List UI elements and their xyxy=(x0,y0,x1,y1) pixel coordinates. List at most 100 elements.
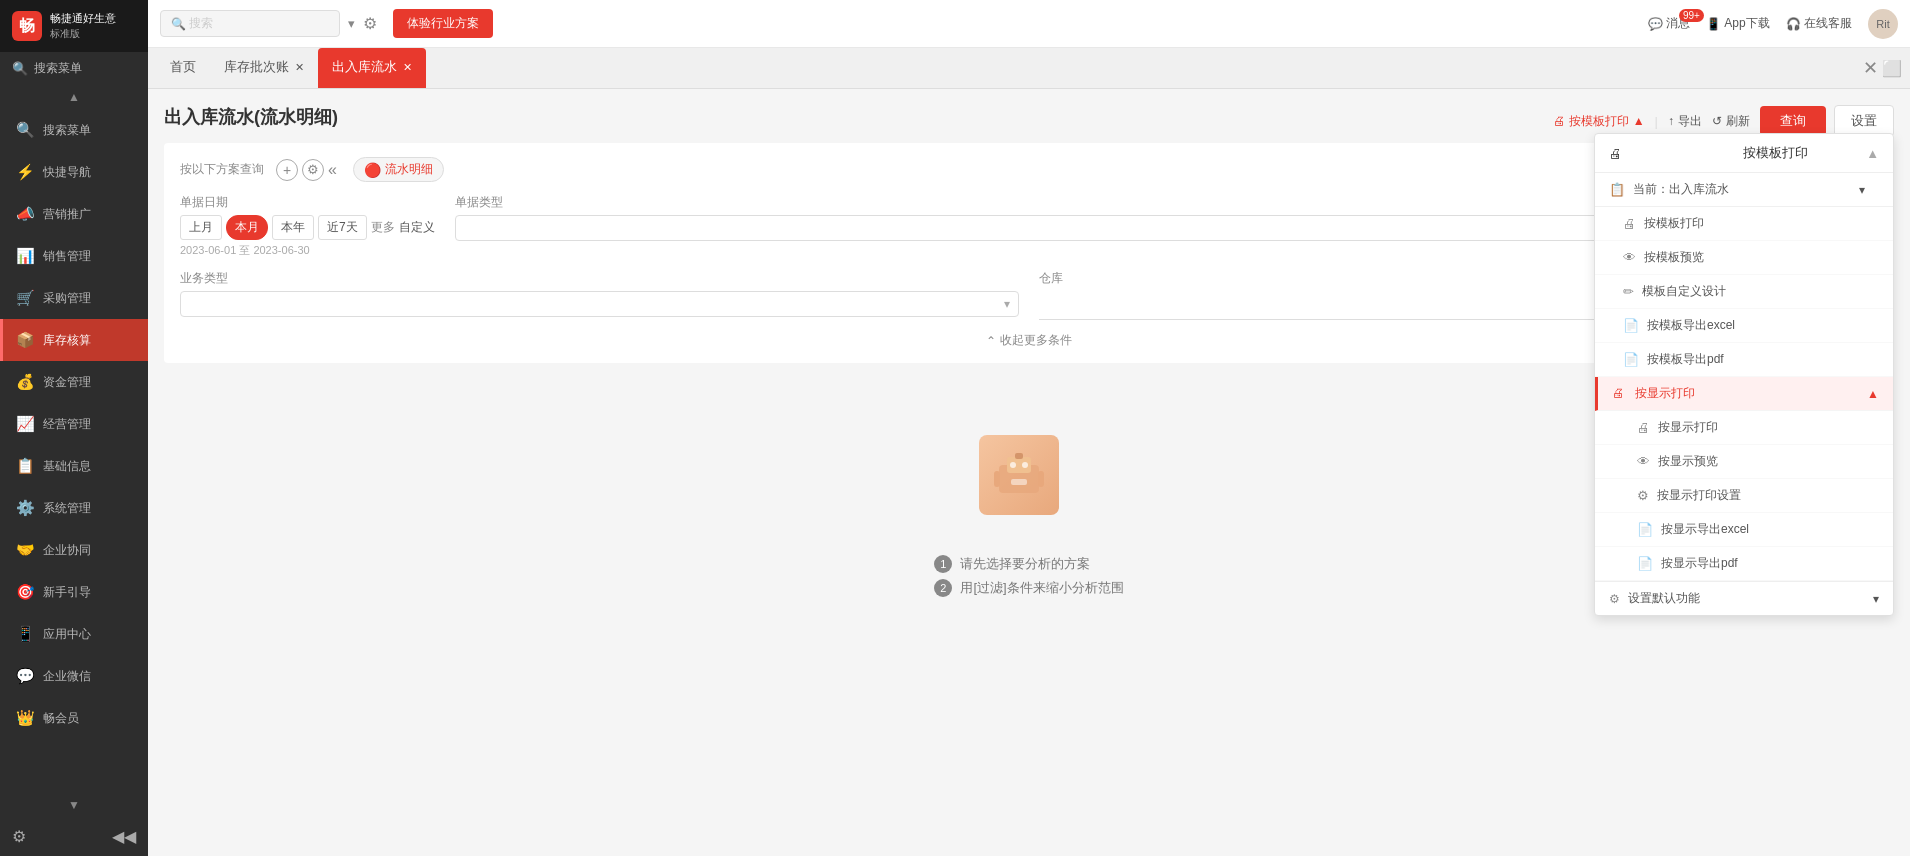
nav-label-basic: 基础信息 xyxy=(43,458,91,475)
sidebar-item-guide[interactable]: 🎯 新手引导 xyxy=(0,571,148,613)
template-export-pdf-item[interactable]: 📄 按模板导出pdf xyxy=(1595,343,1893,377)
sidebar-item-purchase[interactable]: 🛒 采购管理 xyxy=(0,277,148,319)
headset-icon: 🎧 xyxy=(1786,17,1801,31)
sidebar-search[interactable]: 🔍 搜索菜单 xyxy=(0,52,148,85)
topbar-gear-icon[interactable]: ⚙ xyxy=(363,14,377,33)
nav-label-purchase: 采购管理 xyxy=(43,290,91,307)
topbar-dropdown[interactable]: ▾ xyxy=(348,16,355,31)
display-print-settings-item[interactable]: ⚙ 按显示打印设置 xyxy=(1595,479,1893,513)
nav-label-member: 畅会员 xyxy=(43,710,79,727)
refresh-btn[interactable]: ↺ 刷新 xyxy=(1712,113,1750,130)
tab-flow[interactable]: 出入库流水 ✕ xyxy=(318,48,426,88)
sidebar-item-cooperation[interactable]: 🤝 企业协同 xyxy=(0,529,148,571)
search-icon: 🔍 xyxy=(12,61,28,76)
export-icon: ↑ xyxy=(1668,114,1674,128)
export-label: 导出 xyxy=(1678,113,1702,130)
template-print-item-1[interactable]: 🖨 按模板打印 xyxy=(1595,207,1893,241)
nav-icon-cooperation: 🤝 xyxy=(15,540,35,560)
empty-step-2: 2 用[过滤]条件来缩小分析范围 xyxy=(934,579,1123,597)
tab-close-all-btn[interactable]: ✕ xyxy=(1863,57,1878,79)
topbar-search-icon: 🔍 xyxy=(171,17,186,31)
topbar-search[interactable]: 🔍 搜索 xyxy=(160,10,340,37)
dropdown-chevrons[interactable]: ▲ xyxy=(1866,146,1879,161)
nav-icon-inventory: 📦 xyxy=(15,330,35,350)
service-label: 在线客服 xyxy=(1804,15,1852,32)
export-btn[interactable]: ↑ 导出 xyxy=(1668,113,1702,130)
business-type-select[interactable]: ▾ xyxy=(180,291,1019,317)
display-export-excel-label: 按显示导出excel xyxy=(1661,521,1749,538)
template-export-excel-item[interactable]: 📄 按模板导出excel xyxy=(1595,309,1893,343)
template-export-pdf-icon: 📄 xyxy=(1623,352,1639,367)
template-print-icon-1: 🖨 xyxy=(1623,216,1636,231)
sidebar-item-system[interactable]: ⚙️ 系统管理 xyxy=(0,487,148,529)
date-btn-last-month[interactable]: 上月 xyxy=(180,215,222,240)
tab-home[interactable]: 首页 xyxy=(156,48,210,88)
user-avatar[interactable]: Rit xyxy=(1868,9,1898,39)
settings-icon[interactable]: ⚙ xyxy=(12,827,26,846)
tabs-bar: 首页 库存批次账 ✕ 出入库流水 ✕ ✕ ⬜ xyxy=(148,48,1910,89)
sidebar-item-sales[interactable]: 📊 销售管理 xyxy=(0,235,148,277)
display-preview-item[interactable]: 👁 按显示预览 xyxy=(1595,445,1893,479)
display-export-pdf-item[interactable]: 📄 按显示导出pdf xyxy=(1595,547,1893,581)
filter-settings-btn[interactable]: ⚙ xyxy=(302,159,324,181)
print-dropdown-btn[interactable]: 🖨 按模板打印 ▲ xyxy=(1553,113,1645,130)
display-print-item[interactable]: 🖨 按显示打印 xyxy=(1595,411,1893,445)
sidebar-item-marketing[interactable]: 📣 营销推广 xyxy=(0,193,148,235)
date-btn-7days[interactable]: 近7天 xyxy=(318,215,367,240)
nav-icon-purchase: 🛒 xyxy=(15,288,35,308)
tab-batch-close[interactable]: ✕ xyxy=(295,61,304,74)
display-export-excel-item[interactable]: 📄 按显示导出excel xyxy=(1595,513,1893,547)
query-btn[interactable]: 查询 xyxy=(1760,106,1826,136)
current-template-chevron: ▾ xyxy=(1859,183,1865,197)
step-2-text: 用[过滤]条件来缩小分析范围 xyxy=(960,579,1123,597)
filter-collapse-btn[interactable]: « xyxy=(328,161,337,179)
nav-icon-sales: 📊 xyxy=(15,246,35,266)
date-custom-btn[interactable]: 自定义 xyxy=(399,219,435,236)
filter-add-btn[interactable]: + xyxy=(276,159,298,181)
sidebar-item-inventory[interactable]: 📦 库存核算 xyxy=(0,319,148,361)
sidebar-scroll-down[interactable]: ▼ xyxy=(0,793,148,817)
sidebar-scroll-up[interactable]: ▲ xyxy=(0,85,148,109)
step-1-text: 请先选择要分析的方案 xyxy=(960,555,1090,573)
date-btn-this-year[interactable]: 本年 xyxy=(272,215,314,240)
current-template-item[interactable]: 📋 当前：出入库流水 ▾ xyxy=(1595,173,1893,207)
sidebar-item-search[interactable]: 🔍 搜索菜单 xyxy=(0,109,148,151)
empty-svg-icon xyxy=(989,445,1049,505)
topbar-left: 🔍 搜索 ▾ ⚙ 体验行业方案 xyxy=(160,9,1648,38)
nav-label-finance: 资金管理 xyxy=(43,374,91,391)
message-badge: 99+ xyxy=(1679,9,1704,22)
svg-point-3 xyxy=(1022,462,1028,468)
logo-icon: 畅 xyxy=(12,11,42,41)
industry-btn[interactable]: 体验行业方案 xyxy=(393,9,493,38)
nav-label-marketing: 营销推广 xyxy=(43,206,91,223)
sidebar-item-quick-nav[interactable]: ⚡ 快捷导航 xyxy=(0,151,148,193)
sidebar-item-basic[interactable]: 📋 基础信息 xyxy=(0,445,148,487)
collapse-sidebar-icon[interactable]: ◀◀ xyxy=(112,827,136,846)
sub-filter-tag[interactable]: 🔴 流水明细 xyxy=(353,157,444,182)
template-design-icon: ✏ xyxy=(1623,284,1634,299)
sidebar-item-finance[interactable]: 💰 资金管理 xyxy=(0,361,148,403)
service-btn[interactable]: 🎧 在线客服 xyxy=(1786,15,1852,32)
sidebar-item-wechat[interactable]: 💬 企业微信 xyxy=(0,655,148,697)
tab-flow-close[interactable]: ✕ xyxy=(403,61,412,74)
template-preview-item[interactable]: 👁 按模板预览 xyxy=(1595,241,1893,275)
tab-batch[interactable]: 库存批次账 ✕ xyxy=(210,48,318,88)
app-download-btn[interactable]: 📱 App下载 xyxy=(1706,15,1770,32)
date-btn-this-month[interactable]: 本月 xyxy=(226,215,268,240)
business-type-field: 业务类型 ▾ xyxy=(180,270,1019,317)
template-design-item[interactable]: ✏ 模板自定义设计 xyxy=(1595,275,1893,309)
sidebar-item-apps[interactable]: 📱 应用中心 xyxy=(0,613,148,655)
message-btn[interactable]: 💬 消息 99+ xyxy=(1648,15,1690,32)
sidebar-item-operations[interactable]: 📈 经营管理 xyxy=(0,403,148,445)
sidebar: 畅 畅捷通好生意 标准版 🔍 搜索菜单 ▲ 🔍 搜索菜单 ⚡ 快捷导航 📣 营销… xyxy=(0,0,148,856)
dropdown-footer[interactable]: ⚙ 设置默认功能 ▾ xyxy=(1595,581,1893,615)
display-print-section-chevron-up: ▲ xyxy=(1867,387,1879,401)
date-more-btn[interactable]: 更多 xyxy=(371,219,395,236)
display-print-section-header[interactable]: 🖨 按显示打印 ▲ xyxy=(1595,377,1893,411)
sidebar-item-member[interactable]: 👑 畅会员 xyxy=(0,697,148,739)
display-export-excel-icon: 📄 xyxy=(1637,522,1653,537)
nav-icon-operations: 📈 xyxy=(15,414,35,434)
display-print-section: 🖨 按显示打印 👁 按显示预览 ⚙ 按显示打印设置 📄 按显示导出excel 📄 xyxy=(1595,411,1893,581)
topbar: 🔍 搜索 ▾ ⚙ 体验行业方案 💬 消息 99+ 📱 App下载 🎧 xyxy=(148,0,1910,48)
tab-maximize-btn[interactable]: ⬜ xyxy=(1882,59,1902,78)
